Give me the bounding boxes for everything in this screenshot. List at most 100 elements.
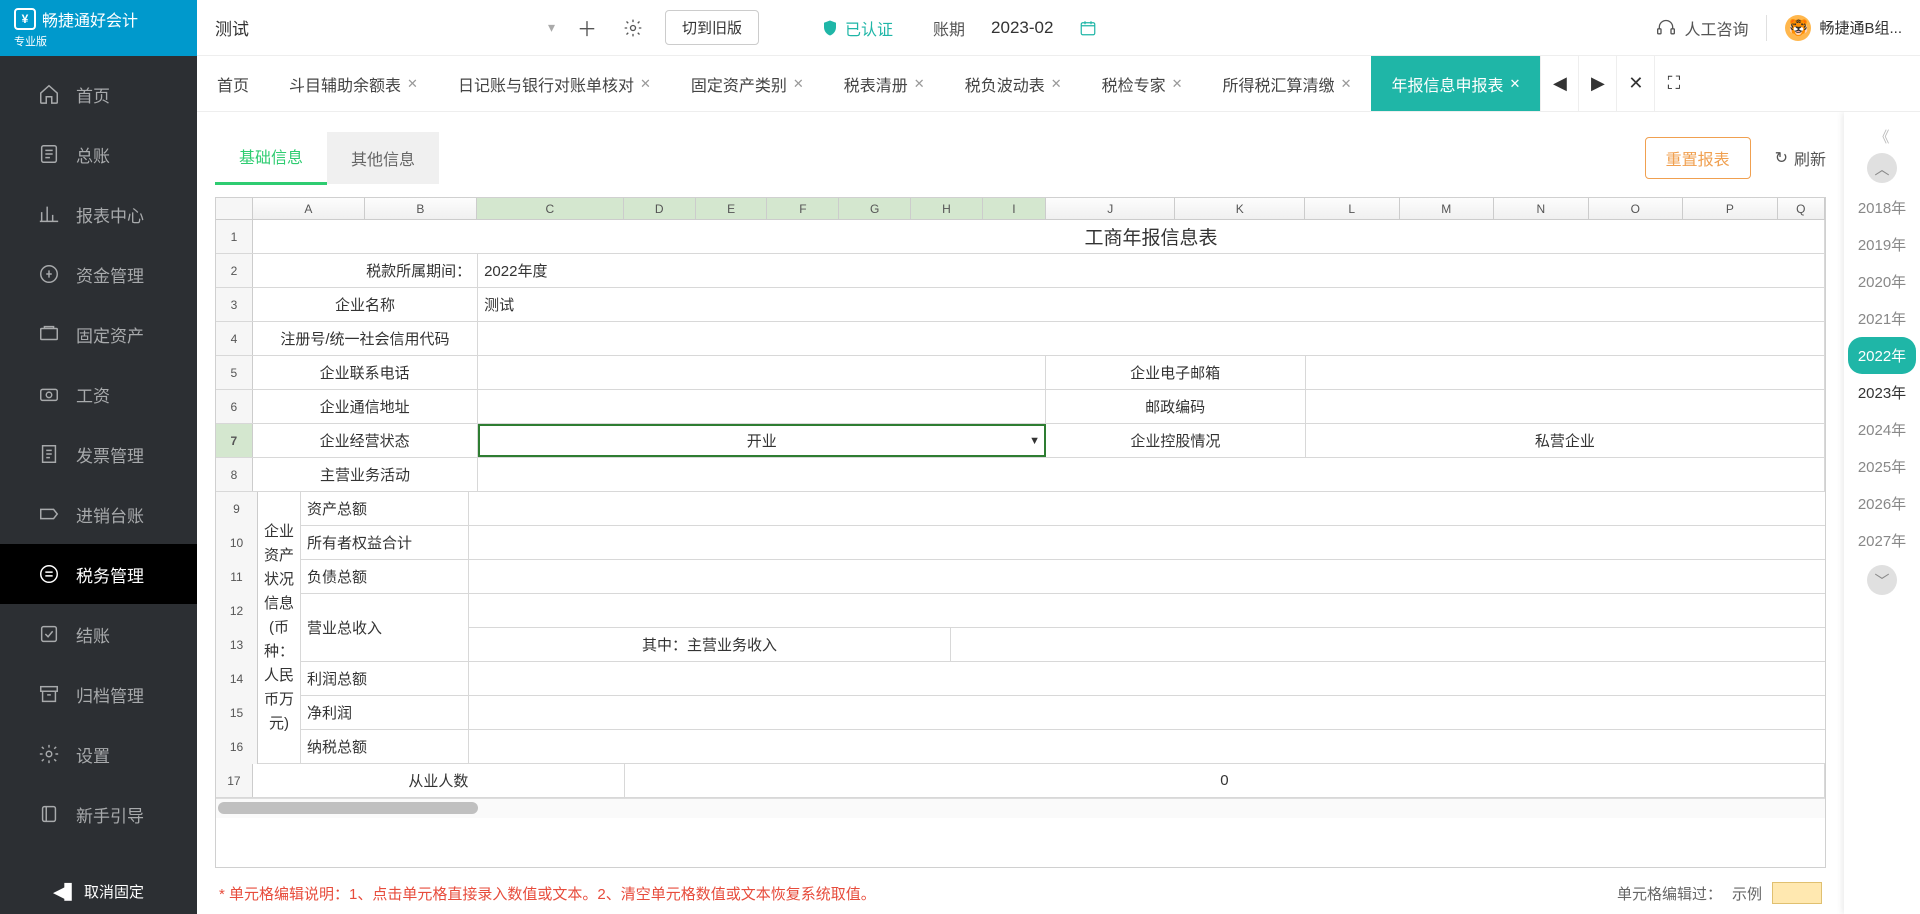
sidebar-item-guide[interactable]: 新手引导 <box>0 784 197 844</box>
row-header-1[interactable]: 1 <box>216 220 253 253</box>
cell[interactable]: 利润总额 <box>301 662 469 695</box>
cell[interactable]: 私营企业 <box>1306 424 1825 457</box>
cell[interactable]: 净利润 <box>301 696 469 729</box>
cell[interactable]: 营业总收入 <box>301 594 469 662</box>
year-2025年[interactable]: 2025年 <box>1848 448 1916 485</box>
cell[interactable]: 企业联系电话 <box>253 356 478 389</box>
tab-6[interactable]: 税检专家✕ <box>1082 56 1203 111</box>
subtab-basic[interactable]: 基础信息 <box>215 130 327 185</box>
cell[interactable] <box>951 628 1826 661</box>
year-2024年[interactable]: 2024年 <box>1848 411 1916 448</box>
dropdown-arrow-icon[interactable]: ▼ <box>1029 435 1040 447</box>
year-2022年[interactable]: 2022年 <box>1848 337 1916 374</box>
cell[interactable]: 所有者权益合计 <box>301 526 469 559</box>
cell[interactable]: 从业人数 <box>253 764 625 797</box>
row-header-13[interactable]: 13 <box>216 628 258 662</box>
col-header-P[interactable]: P <box>1683 198 1778 219</box>
close-icon[interactable]: ✕ <box>793 76 804 92</box>
close-icon[interactable]: ✕ <box>1341 76 1352 92</box>
cell[interactable]: 企业电子邮箱 <box>1046 356 1306 389</box>
unpin-button[interactable]: ◀▋ 取消固定 <box>0 881 197 902</box>
cell[interactable]: 主营业务活动 <box>253 458 478 491</box>
tab-2[interactable]: 日记账与银行对账单核对✕ <box>438 56 671 111</box>
sidebar-item-invoice[interactable]: 发票管理 <box>0 424 197 484</box>
cell[interactable] <box>469 560 1826 593</box>
col-header-N[interactable]: N <box>1494 198 1589 219</box>
row-header-15[interactable]: 15 <box>216 696 258 730</box>
row-header-14[interactable]: 14 <box>216 662 258 696</box>
row-header-5[interactable]: 5 <box>216 356 253 389</box>
col-header-G[interactable]: G <box>839 198 911 219</box>
tab-4[interactable]: 税表清册✕ <box>824 56 945 111</box>
cell[interactable] <box>253 220 478 253</box>
cell[interactable] <box>469 730 1826 763</box>
col-header-H[interactable]: H <box>911 198 983 219</box>
tab-close-all-button[interactable]: ✕ <box>1616 56 1654 111</box>
tab-7[interactable]: 所得税汇算清缴✕ <box>1203 56 1372 111</box>
close-icon[interactable]: ✕ <box>407 76 418 92</box>
switch-old-version-button[interactable]: 切到旧版 <box>665 10 759 45</box>
fullscreen-button[interactable]: ⛶ <box>1654 56 1692 111</box>
scrollbar-thumb[interactable] <box>218 802 478 814</box>
cell[interactable] <box>469 696 1826 729</box>
row-header-17[interactable]: 17 <box>216 764 253 797</box>
col-header-Q[interactable]: Q <box>1778 198 1825 219</box>
spreadsheet[interactable]: ABCDEFGHIJKLMNOPQ 1工商年报信息表2税款所属期间：2022年度… <box>215 197 1826 868</box>
cell[interactable]: 其中：主营业务收入 <box>469 628 951 661</box>
row-header-2[interactable]: 2 <box>216 254 253 287</box>
close-icon[interactable]: ✕ <box>1172 76 1183 92</box>
close-icon[interactable]: ✕ <box>1509 76 1520 92</box>
cell[interactable]: 纳税总额 <box>301 730 469 763</box>
sidebar-item-asset[interactable]: 固定资产 <box>0 304 197 364</box>
year-2020年[interactable]: 2020年 <box>1848 263 1916 300</box>
year-down-button[interactable]: ﹀ <box>1867 565 1897 595</box>
tab-next-button[interactable]: ▶ <box>1578 56 1616 111</box>
cell[interactable]: 资产总额 <box>301 492 469 525</box>
cell[interactable] <box>1306 390 1825 423</box>
sidebar-item-salary[interactable]: 工资 <box>0 364 197 424</box>
cell[interactable] <box>478 390 1046 423</box>
cell[interactable] <box>1306 356 1825 389</box>
col-header-O[interactable]: O <box>1589 198 1684 219</box>
year-2021年[interactable]: 2021年 <box>1848 300 1916 337</box>
col-header-L[interactable]: L <box>1305 198 1400 219</box>
row-header-7[interactable]: 7 <box>216 424 253 457</box>
cell[interactable] <box>478 458 1825 491</box>
tab-3[interactable]: 固定资产类别✕ <box>671 56 824 111</box>
tab-1[interactable]: 斗目辅助余额表✕ <box>269 56 438 111</box>
cell[interactable] <box>478 356 1046 389</box>
add-button[interactable]: ＋ <box>573 14 601 42</box>
cell[interactable]: 负债总额 <box>301 560 469 593</box>
col-header-F[interactable]: F <box>767 198 839 219</box>
cell[interactable] <box>469 492 1826 525</box>
collapse-icon[interactable]: 《 <box>1874 126 1889 147</box>
year-2019年[interactable]: 2019年 <box>1848 226 1916 263</box>
sidebar-item-close[interactable]: 结账 <box>0 604 197 664</box>
cell[interactable]: 测试 <box>478 288 1825 321</box>
year-2027年[interactable]: 2027年 <box>1848 522 1916 559</box>
row-header-6[interactable]: 6 <box>216 390 253 423</box>
year-2023年[interactable]: 2023年 <box>1848 374 1916 411</box>
year-2026年[interactable]: 2026年 <box>1848 485 1916 522</box>
cell[interactable] <box>469 594 1826 627</box>
cell[interactable]: 邮政编码 <box>1046 390 1306 423</box>
year-up-button[interactable]: ︿ <box>1867 153 1897 183</box>
row-header-16[interactable]: 16 <box>216 730 258 764</box>
cell[interactable] <box>469 526 1826 559</box>
col-header-B[interactable]: B <box>365 198 477 219</box>
col-header-E[interactable]: E <box>696 198 768 219</box>
tab-8[interactable]: 年报信息申报表✕ <box>1371 56 1540 111</box>
cell[interactable]: 企业通信地址 <box>253 390 478 423</box>
col-header-I[interactable]: I <box>983 198 1046 219</box>
col-header-J[interactable]: J <box>1046 198 1176 219</box>
sidebar-item-fund[interactable]: 资金管理 <box>0 244 197 304</box>
horizontal-scrollbar[interactable] <box>216 798 1825 818</box>
col-header-A[interactable]: A <box>253 198 365 219</box>
sheet-body[interactable]: 1工商年报信息表2税款所属期间：2022年度3企业名称测试4注册号/统一社会信用… <box>216 220 1825 798</box>
close-icon[interactable]: ✕ <box>640 76 651 92</box>
cell[interactable]: 2022年度 <box>478 254 1825 287</box>
row-header-12[interactable]: 12 <box>216 594 258 628</box>
row-header-11[interactable]: 11 <box>216 560 258 594</box>
cell[interactable] <box>469 662 1826 695</box>
user-menu[interactable]: 🐯 畅捷通B组... <box>1785 15 1902 41</box>
